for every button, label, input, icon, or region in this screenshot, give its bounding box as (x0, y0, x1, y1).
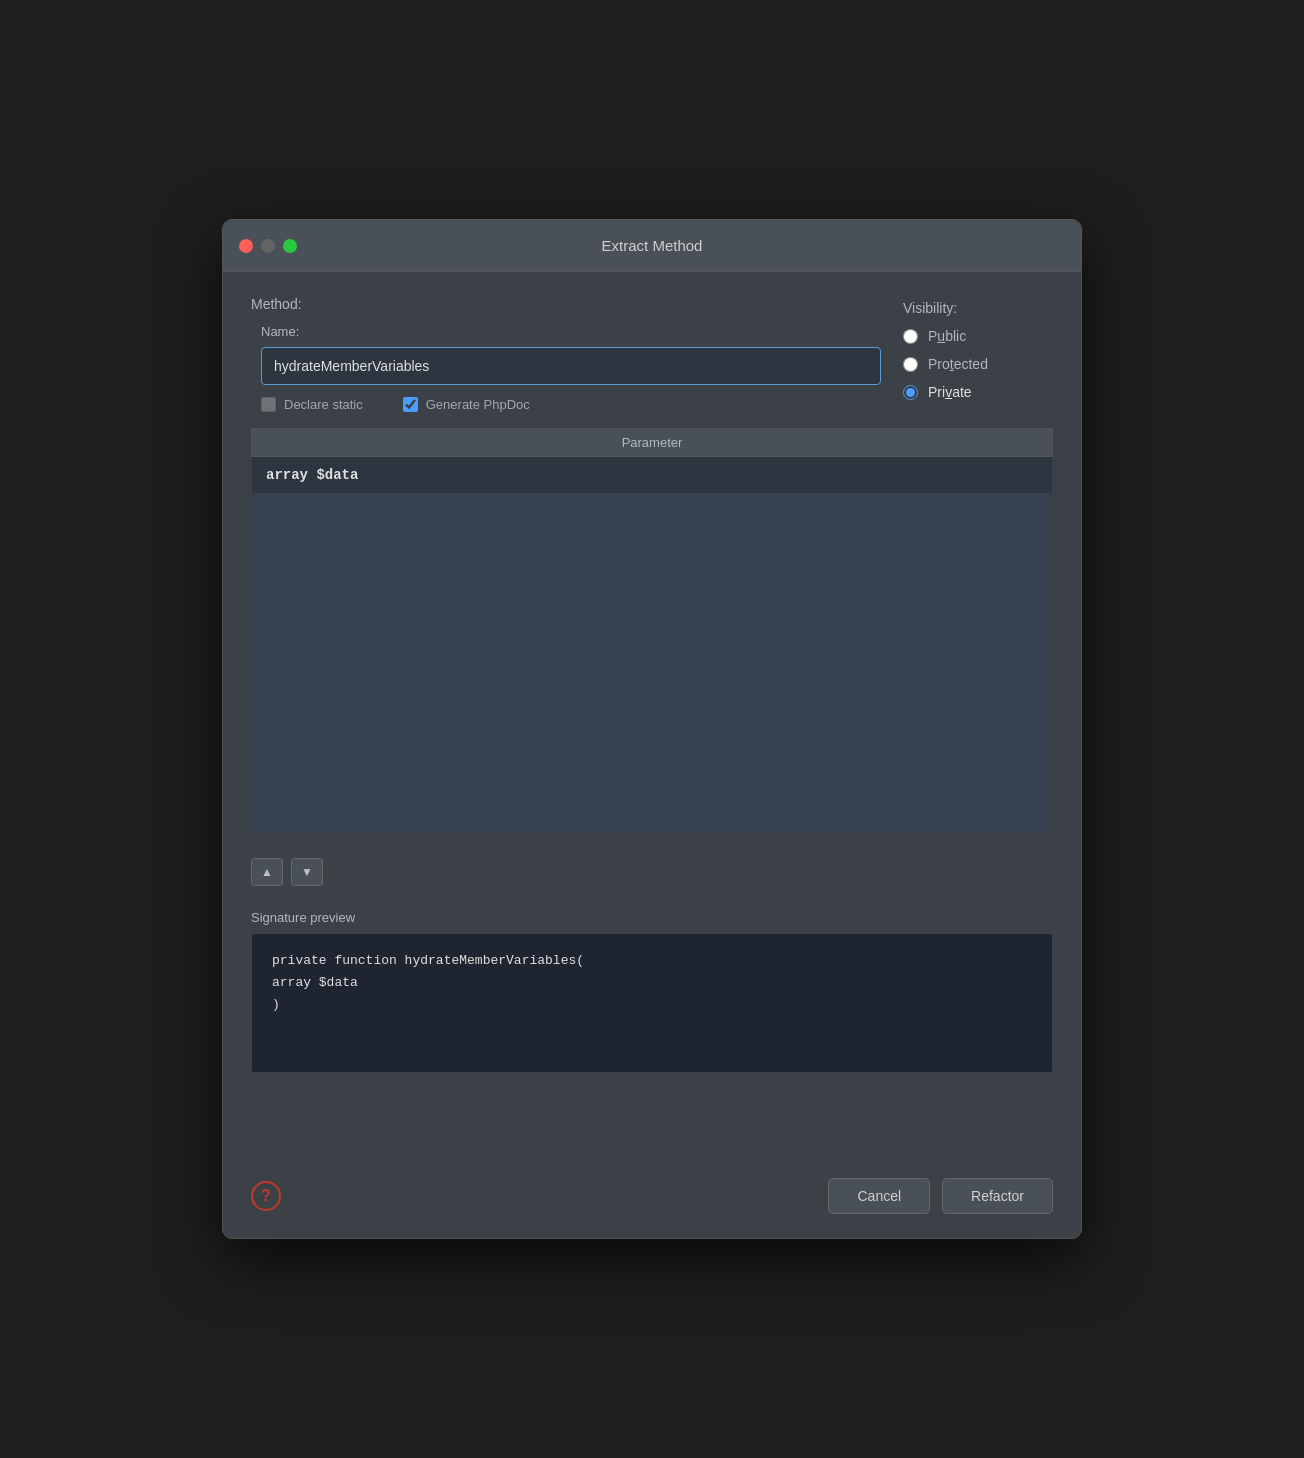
generate-phpdoc-text: Generate PhpDoc (426, 397, 530, 412)
method-label: Method: (251, 296, 903, 312)
method-section: Method: Name: Declare static Generate Ph… (251, 296, 903, 412)
signature-section: Signature preview private function hydra… (251, 910, 1053, 1073)
parameter-empty-area (251, 494, 1053, 834)
refactor-button[interactable]: Refactor (942, 1178, 1053, 1214)
move-buttons: ▲ ▼ (251, 850, 1053, 894)
signature-line-2: array $data (272, 972, 1032, 994)
parameter-section: Parameter array $data (251, 428, 1053, 834)
top-section: Method: Name: Declare static Generate Ph… (251, 296, 1053, 412)
dialog-content: Method: Name: Declare static Generate Ph… (223, 272, 1081, 1162)
radio-public-input[interactable] (903, 329, 918, 344)
footer-buttons: Cancel Refactor (828, 1178, 1053, 1214)
generate-phpdoc-label[interactable]: Generate PhpDoc (403, 397, 530, 412)
name-label: Name: (261, 324, 903, 339)
radio-private[interactable]: Private (903, 384, 1053, 400)
checkboxes-row: Declare static Generate PhpDoc (261, 397, 903, 412)
dialog-title: Extract Method (602, 237, 703, 254)
visibility-label: Visibility: (903, 300, 1053, 316)
radio-protected[interactable]: Protected (903, 356, 1053, 372)
signature-line-3: ) (272, 994, 1032, 1016)
declare-static-checkbox[interactable] (261, 397, 276, 412)
minimize-button[interactable] (261, 239, 275, 253)
signature-label: Signature preview (251, 910, 1053, 925)
radio-protected-input[interactable] (903, 357, 918, 372)
radio-public[interactable]: Public (903, 328, 1053, 344)
move-down-button[interactable]: ▼ (291, 858, 323, 886)
signature-preview: private function hydrateMemberVariables(… (251, 933, 1053, 1073)
radio-private-label: Private (928, 384, 972, 400)
title-bar-buttons (239, 239, 297, 253)
radio-protected-label: Protected (928, 356, 988, 372)
declare-static-text: Declare static (284, 397, 363, 412)
title-bar: Extract Method (223, 220, 1081, 272)
method-name-input[interactable] (261, 347, 881, 385)
parameter-row: array $data (251, 457, 1053, 494)
close-button[interactable] (239, 239, 253, 253)
parameter-header: Parameter (251, 428, 1053, 457)
cancel-button[interactable]: Cancel (828, 1178, 930, 1214)
maximize-button[interactable] (283, 239, 297, 253)
dialog-window: Extract Method Method: Name: Declare sta… (222, 219, 1082, 1239)
radio-private-input[interactable] (903, 385, 918, 400)
radio-public-label: Public (928, 328, 966, 344)
footer: ? Cancel Refactor (223, 1162, 1081, 1238)
help-button[interactable]: ? (251, 1181, 281, 1211)
move-up-button[interactable]: ▲ (251, 858, 283, 886)
visibility-section: Visibility: Public Protected Private (903, 296, 1053, 400)
generate-phpdoc-checkbox[interactable] (403, 397, 418, 412)
declare-static-label[interactable]: Declare static (261, 397, 363, 412)
signature-line-1: private function hydrateMemberVariables( (272, 950, 1032, 972)
